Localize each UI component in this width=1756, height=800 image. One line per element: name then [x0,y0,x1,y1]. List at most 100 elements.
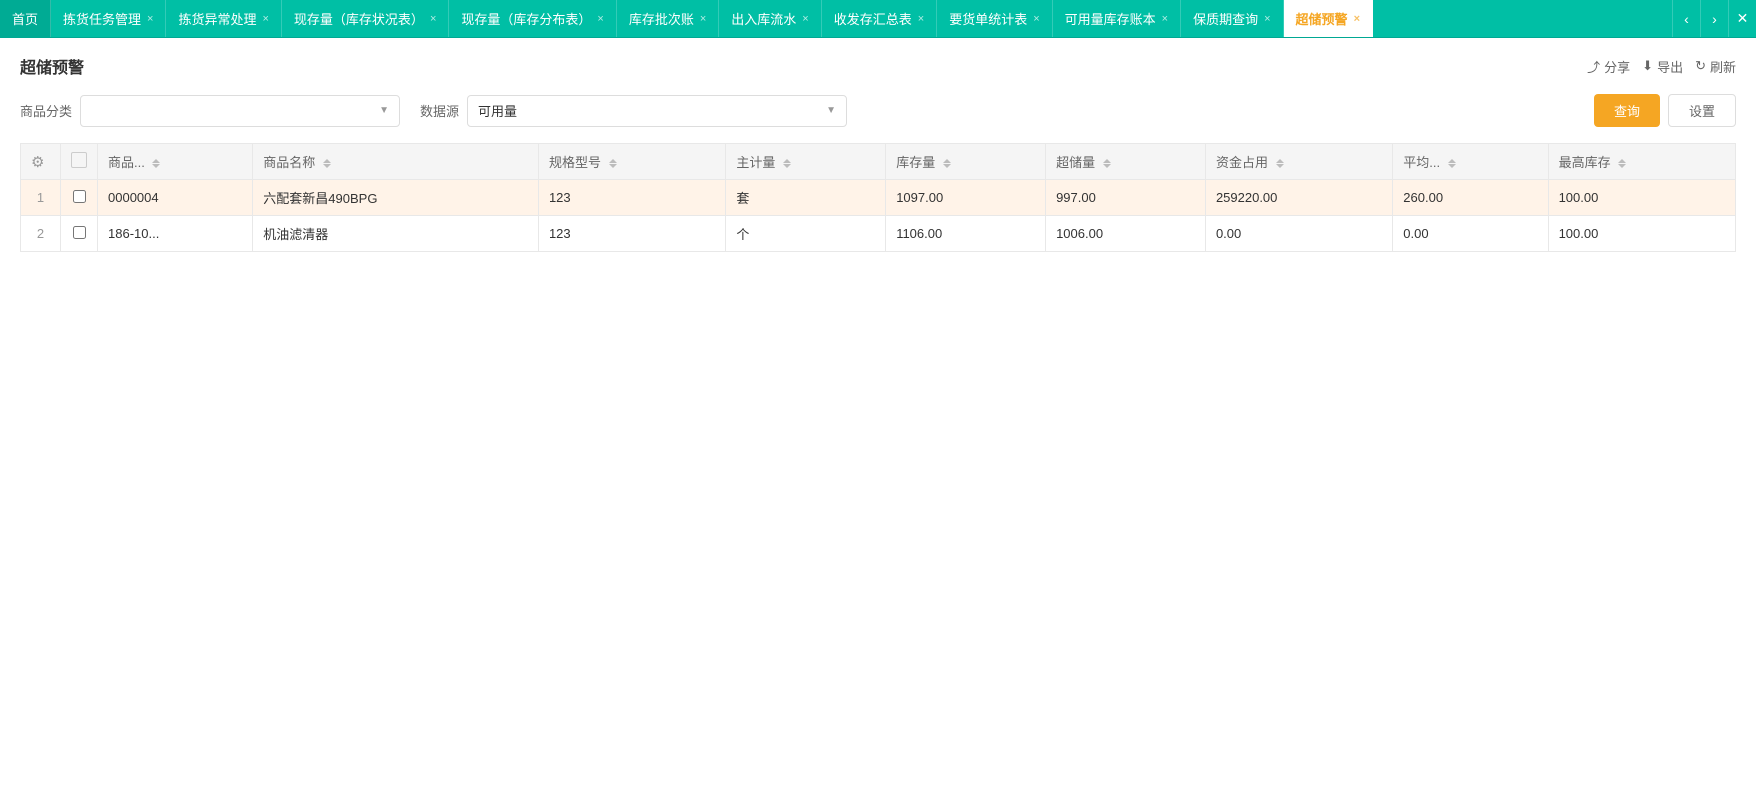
select-all-checkbox[interactable] [71,152,87,168]
nav-close-batch-ledger[interactable]: × [700,13,706,25]
cell-capital-1: 0.00 [1205,216,1392,252]
nav-item-overstock[interactable]: 超储预警 × [1284,0,1373,37]
datasource-chevron-icon: ▼ [826,105,836,116]
cell-avg-1: 0.00 [1393,216,1548,252]
sort-avg[interactable] [1448,159,1456,168]
col-inventory-label: 库存量 [896,155,935,170]
nav-label-pick-exception: 拣货异常处理 [178,9,256,28]
th-overstock[interactable]: 超储量 [1046,144,1206,180]
category-select[interactable]: ▼ [80,95,400,127]
cell-avg-0: 260.00 [1393,180,1548,216]
cell-overstock-1: 1006.00 [1046,216,1206,252]
sort-down-icon [152,164,160,168]
table-row: 2 186-10... 机油滤清器 123 个 1106.00 1006.00 … [21,216,1736,252]
nav-close-quality-query[interactable]: × [1264,13,1270,25]
cell-inventory-1: 1106.00 [886,216,1046,252]
refresh-button[interactable]: ↻ 刷新 [1695,57,1736,76]
sort-product-code[interactable] [152,159,160,168]
cell-index-1: 2 [21,216,61,252]
nav-item-batch-ledger[interactable]: 库存批次账 × [617,0,719,37]
nav-label-inventory-dist: 现存量（库存分布表） [461,9,591,28]
sort-overstock[interactable] [1103,159,1111,168]
sort-down-icon [1276,164,1284,168]
nav-item-pick-exception[interactable]: 拣货异常处理 × [166,0,281,37]
category-chevron-icon: ▼ [379,105,389,116]
gear-icon[interactable]: ⚙ [31,154,44,171]
sort-down-icon [609,164,617,168]
sort-down-icon [1103,164,1111,168]
sort-product-name[interactable] [323,159,331,168]
th-product-name[interactable]: 商品名称 [253,144,539,180]
nav-arrow-close[interactable]: ✕ [1728,0,1756,38]
nav-label-inout-flow: 出入库流水 [731,9,796,28]
nav-close-avail-ledger[interactable]: × [1162,13,1168,25]
cell-inventory-0: 1097.00 [886,180,1046,216]
nav-item-inventory-dist[interactable]: 现存量（库存分布表） × [449,0,616,37]
nav-label-quality-query: 保质期查询 [1193,9,1258,28]
nav-arrow-right[interactable]: › [1700,0,1728,38]
cell-product-name-0: 六配套新昌490BPG [253,180,539,216]
refresh-label: 刷新 [1710,57,1736,76]
nav-label-avail-ledger: 可用量库存账本 [1065,9,1156,28]
nav-close-overstock[interactable]: × [1354,13,1360,25]
th-max-inventory[interactable]: 最高库存 [1548,144,1735,180]
cell-check-1 [61,216,98,252]
nav-close-inventory-dist[interactable]: × [597,13,603,25]
nav-close-recv-summary[interactable]: × [918,13,924,25]
data-table: ⚙ 商品... 商品名称 [20,143,1736,252]
share-button[interactable]: ⤴ 分享 [1587,57,1630,76]
share-label: 分享 [1604,57,1630,76]
sort-capital[interactable] [1276,159,1284,168]
cell-unit-1: 个 [726,216,886,252]
query-button[interactable]: 查询 [1594,94,1660,127]
nav-item-inventory-status[interactable]: 现存量（库存状况表） × [282,0,449,37]
datasource-select-value: 可用量 [478,101,517,120]
nav-item-order-stats[interactable]: 要货单统计表 × [937,0,1052,37]
sort-up-icon [1103,159,1111,163]
nav-arrow-left[interactable]: ‹ [1672,0,1700,38]
nav-label-pick-task: 拣货任务管理 [63,9,141,28]
nav-close-inout-flow[interactable]: × [802,13,808,25]
col-avg-label: 平均... [1403,155,1440,170]
sort-max-inventory[interactable] [1618,159,1626,168]
nav-item-pick-task[interactable]: 拣货任务管理 × [51,0,166,37]
nav-item-inout-flow[interactable]: 出入库流水 × [719,0,821,37]
sort-up-icon [323,159,331,163]
cell-capital-0: 259220.00 [1205,180,1392,216]
nav-label-recv-summary: 收发存汇总表 [834,9,912,28]
table-row: 1 0000004 六配套新昌490BPG 123 套 1097.00 997.… [21,180,1736,216]
datasource-select[interactable]: 可用量 ▼ [467,95,847,127]
export-button[interactable]: ⬇ 导出 [1642,57,1683,76]
col-product-name-label: 商品名称 [263,155,315,170]
sort-spec[interactable] [609,159,617,168]
page-header: 超储预警 ⤴ 分享 ⬇ 导出 ↻ 刷新 [20,54,1736,78]
sort-up-icon [609,159,617,163]
cell-max-inventory-0: 100.00 [1548,180,1735,216]
sort-unit[interactable] [783,159,791,168]
col-overstock-label: 超储量 [1056,155,1095,170]
nav-item-avail-ledger[interactable]: 可用量库存账本 × [1053,0,1181,37]
nav-close-pick-exception[interactable]: × [262,13,268,25]
nav-close-pick-task[interactable]: × [147,13,153,25]
row-checkbox-0[interactable] [73,190,86,203]
nav-close-inventory-status[interactable]: × [430,13,436,25]
nav-item-recv-summary[interactable]: 收发存汇总表 × [822,0,937,37]
th-spec[interactable]: 规格型号 [538,144,725,180]
sort-up-icon [943,159,951,163]
th-capital[interactable]: 资金占用 [1205,144,1392,180]
settings-button[interactable]: 设置 [1668,94,1736,127]
th-unit[interactable]: 主计量 [726,144,886,180]
nav-item-home[interactable]: 首页 [0,0,51,37]
filter-row: 商品分类 ▼ 数据源 可用量 ▼ 查询 设置 [20,94,1736,127]
th-avg[interactable]: 平均... [1393,144,1548,180]
sort-inventory[interactable] [943,159,951,168]
nav-close-order-stats[interactable]: × [1033,13,1039,25]
th-product-code[interactable]: 商品... [98,144,253,180]
nav-item-quality-query[interactable]: 保质期查询 × [1181,0,1283,37]
th-inventory[interactable]: 库存量 [886,144,1046,180]
cell-product-code-0: 0000004 [98,180,253,216]
col-spec-label: 规格型号 [549,155,601,170]
row-checkbox-1[interactable] [73,226,86,239]
sort-up-icon [783,159,791,163]
cell-max-inventory-1: 100.00 [1548,216,1735,252]
